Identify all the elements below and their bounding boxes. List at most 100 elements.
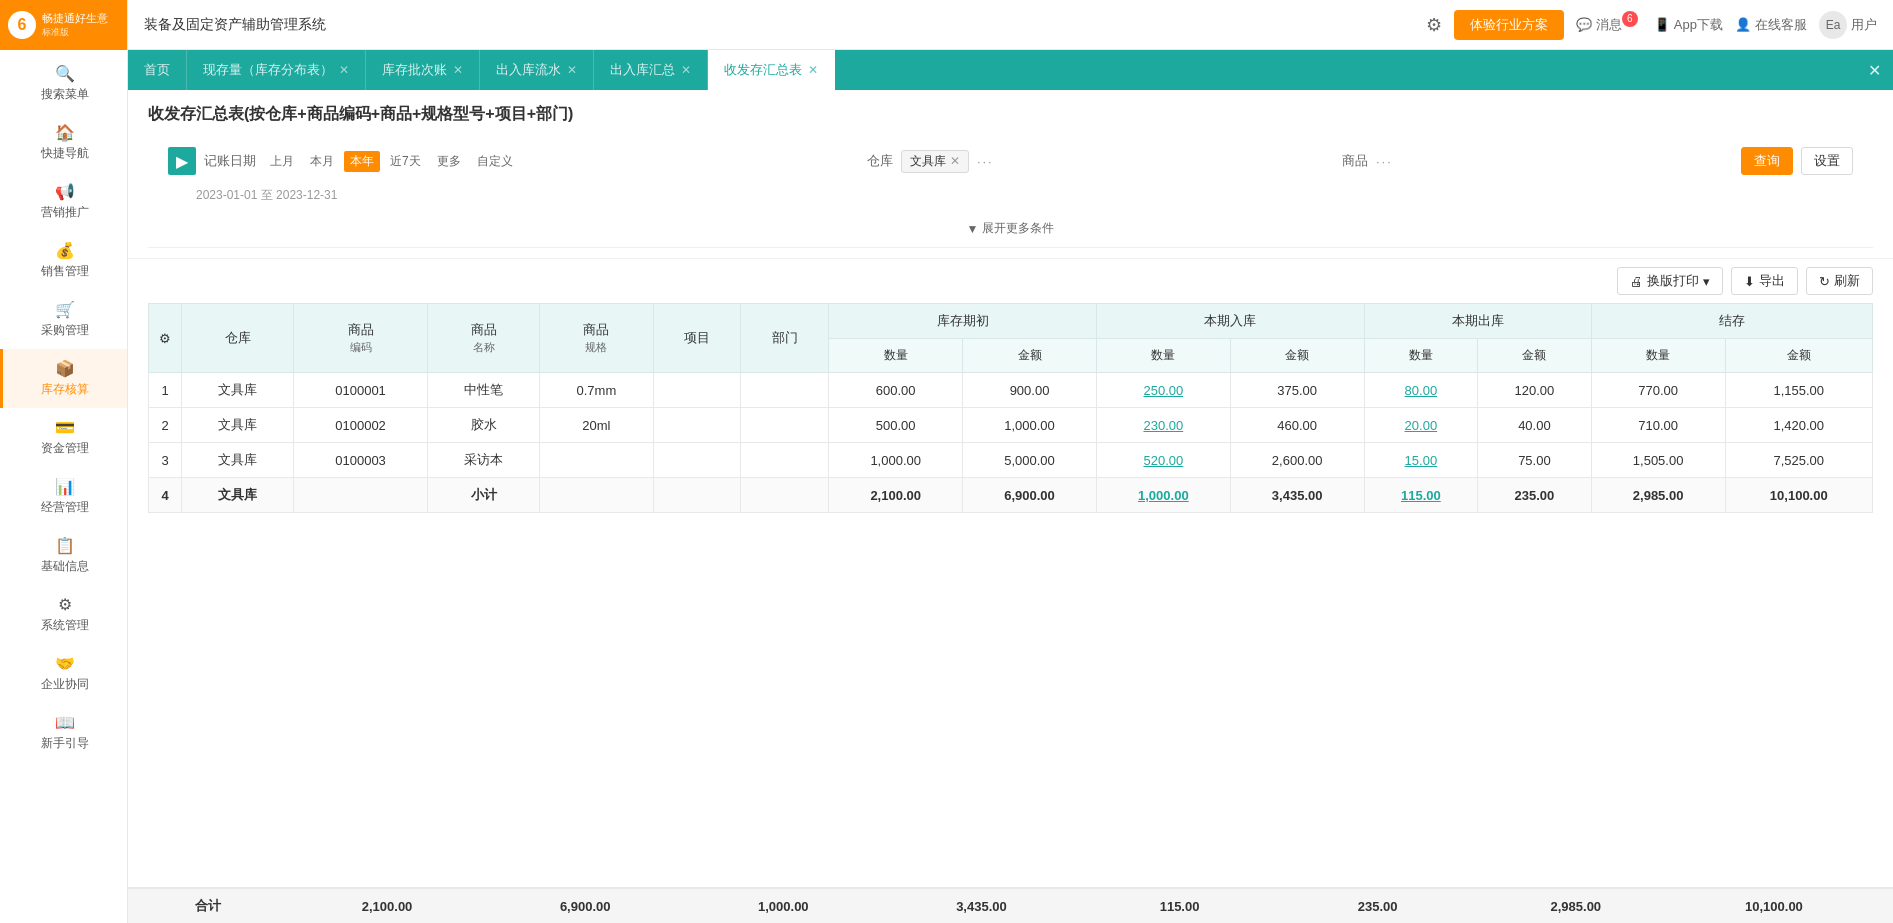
filter-toggle-button[interactable]: ▶ bbox=[168, 147, 196, 175]
table-body: 1 文具库 0100001 中性笔 0.7mm 600.00 900.00 25… bbox=[149, 373, 1873, 513]
settings-button[interactable]: 设置 bbox=[1801, 147, 1853, 175]
sidebar-icon-search: 🔍 bbox=[55, 64, 75, 83]
warehouse-more-dots[interactable]: ··· bbox=[977, 154, 994, 169]
opening-col-header: 库存期初 bbox=[829, 304, 1097, 339]
row-open-qty: 600.00 bbox=[829, 373, 963, 408]
sidebar-label-operations: 经营管理 bbox=[41, 499, 89, 516]
tab-close-recv-send-summary[interactable]: ✕ bbox=[808, 63, 818, 77]
row-out-qty: 115.00 bbox=[1364, 478, 1478, 513]
sidebar-item-marketing[interactable]: 📢营销推广 bbox=[0, 172, 127, 231]
out-col-header: 本期出库 bbox=[1364, 304, 1591, 339]
sidebar-item-sales[interactable]: 💰销售管理 bbox=[0, 231, 127, 290]
in-amt-header: 金额 bbox=[1230, 339, 1364, 373]
out-qty-link[interactable]: 80.00 bbox=[1405, 383, 1438, 398]
refresh-icon: ↻ bbox=[1819, 274, 1830, 289]
in-qty-link[interactable]: 1,000.00 bbox=[1138, 488, 1189, 503]
tab-batch-account[interactable]: 库存批次账✕ bbox=[366, 50, 480, 90]
tab-inout-flow[interactable]: 出入库流水✕ bbox=[480, 50, 594, 90]
page-header: 收发存汇总表(按仓库+商品编码+商品+规格型号+项目+部门) ▶ 记账日期 上月… bbox=[128, 90, 1893, 259]
date-btn-last-month[interactable]: 上月 bbox=[264, 151, 300, 172]
expand-filter-button[interactable]: ▼ 展开更多条件 bbox=[967, 220, 1055, 237]
row-bal-qty: 770.00 bbox=[1591, 373, 1725, 408]
tab-recv-send-summary[interactable]: 收发存汇总表✕ bbox=[708, 50, 835, 90]
tab-close-inventory-dist[interactable]: ✕ bbox=[339, 63, 349, 77]
export-button[interactable]: ⬇ 导出 bbox=[1731, 267, 1798, 295]
footer-in-amt: 3,435.00 bbox=[882, 899, 1080, 914]
close-all-tabs-button[interactable]: ✕ bbox=[1856, 61, 1893, 80]
sidebar-label-purchase: 采购管理 bbox=[41, 322, 89, 339]
user-item[interactable]: Ea 用户 bbox=[1819, 11, 1877, 39]
table-toolbar: 🖨 换版打印 ▾ ⬇ 导出 ↻ 刷新 bbox=[128, 259, 1893, 303]
online-service-label: 在线客服 bbox=[1755, 16, 1807, 34]
avatar: Ea bbox=[1819, 11, 1847, 39]
row-in-qty: 520.00 bbox=[1096, 443, 1230, 478]
row-bal-qty: 1,505.00 bbox=[1591, 443, 1725, 478]
table-container: ⚙ 仓库 商品编码 商品名称 商品规格 项目 部门 库存期初 本期入库 本期出库… bbox=[128, 303, 1893, 887]
sidebar-item-inventory[interactable]: 📦库存核算 bbox=[0, 349, 127, 408]
row-goods-spec: 0.7mm bbox=[540, 373, 654, 408]
row-out-qty: 20.00 bbox=[1364, 408, 1478, 443]
sidebar-item-operations[interactable]: 📊经营管理 bbox=[0, 467, 127, 526]
settings-col-header[interactable]: ⚙ bbox=[149, 304, 182, 373]
user-label: 用户 bbox=[1851, 16, 1877, 34]
out-qty-header: 数量 bbox=[1364, 339, 1478, 373]
tabbar: 首页现存量（库存分布表）✕库存批次账✕出入库流水✕出入库汇总✕收发存汇总表✕✕ bbox=[128, 50, 1893, 90]
refresh-label: 刷新 bbox=[1834, 272, 1860, 290]
date-buttons: 上月 本月 本年 近7天 更多 自定义 bbox=[264, 151, 519, 172]
query-button[interactable]: 查询 bbox=[1741, 147, 1793, 175]
trial-button[interactable]: 体验行业方案 bbox=[1454, 10, 1564, 40]
tab-label-home: 首页 bbox=[144, 61, 170, 79]
in-qty-link[interactable]: 250.00 bbox=[1143, 383, 1183, 398]
tab-close-batch-account[interactable]: ✕ bbox=[453, 63, 463, 77]
date-btn-7days[interactable]: 近7天 bbox=[384, 151, 427, 172]
row-bal-amt: 7,525.00 bbox=[1725, 443, 1872, 478]
tab-close-inout-summary[interactable]: ✕ bbox=[681, 63, 691, 77]
message-item[interactable]: 💬 消息 6 bbox=[1576, 16, 1642, 34]
logo-icon: 6 bbox=[8, 11, 36, 39]
content-area: 收发存汇总表(按仓库+商品编码+商品+规格型号+项目+部门) ▶ 记账日期 上月… bbox=[128, 90, 1893, 923]
sidebar-item-enterprise[interactable]: 🤝企业协同 bbox=[0, 644, 127, 703]
tab-home[interactable]: 首页 bbox=[128, 50, 187, 90]
sidebar-label-basic-info: 基础信息 bbox=[41, 558, 89, 575]
date-btn-this-year[interactable]: 本年 bbox=[344, 151, 380, 172]
tab-inventory-dist[interactable]: 现存量（库存分布表）✕ bbox=[187, 50, 366, 90]
sidebar-icon-quick-nav: 🏠 bbox=[55, 123, 75, 142]
warehouse-tag-value: 文具库 bbox=[910, 153, 946, 170]
table-header-row-1: ⚙ 仓库 商品编码 商品名称 商品规格 项目 部门 库存期初 本期入库 本期出库… bbox=[149, 304, 1873, 339]
out-qty-link[interactable]: 15.00 bbox=[1405, 453, 1438, 468]
sidebar-item-search[interactable]: 🔍搜索菜单 bbox=[0, 54, 127, 113]
out-qty-link[interactable]: 20.00 bbox=[1405, 418, 1438, 433]
footer-out-amt: 235.00 bbox=[1279, 899, 1477, 914]
out-qty-link[interactable]: 115.00 bbox=[1401, 488, 1441, 503]
sidebar-label-inventory: 库存核算 bbox=[41, 381, 89, 398]
page-title: 收发存汇总表(按仓库+商品编码+商品+规格型号+项目+部门) bbox=[148, 104, 1873, 125]
row-warehouse: 文具库 bbox=[182, 478, 294, 513]
row-bal-amt: 10,100.00 bbox=[1725, 478, 1872, 513]
date-btn-this-month[interactable]: 本月 bbox=[304, 151, 340, 172]
tab-inout-summary[interactable]: 出入库汇总✕ bbox=[594, 50, 708, 90]
warehouse-tag-close[interactable]: ✕ bbox=[950, 154, 960, 168]
refresh-button[interactable]: ↻ 刷新 bbox=[1806, 267, 1873, 295]
sidebar-label-sales: 销售管理 bbox=[41, 263, 89, 280]
goods-more-dots[interactable]: ··· bbox=[1376, 154, 1393, 169]
tab-close-inout-flow[interactable]: ✕ bbox=[567, 63, 577, 77]
in-qty-link[interactable]: 520.00 bbox=[1143, 453, 1183, 468]
row-bal-amt: 1,155.00 bbox=[1725, 373, 1872, 408]
app-download-item[interactable]: 📱 App下载 bbox=[1654, 16, 1723, 34]
row-goods-spec bbox=[540, 443, 654, 478]
sidebar-item-finance[interactable]: 💳资金管理 bbox=[0, 408, 127, 467]
print-button[interactable]: 🖨 换版打印 ▾ bbox=[1617, 267, 1723, 295]
sidebar-icon-purchase: 🛒 bbox=[55, 300, 75, 319]
row-num: 3 bbox=[149, 443, 182, 478]
warehouse-col-header: 仓库 bbox=[182, 304, 294, 373]
settings-icon[interactable]: ⚙ bbox=[1426, 14, 1442, 36]
sidebar-item-purchase[interactable]: 🛒 采购管理 bbox=[0, 290, 127, 349]
date-btn-custom[interactable]: 自定义 bbox=[471, 151, 519, 172]
sidebar-item-guide[interactable]: 📖新手引导 bbox=[0, 703, 127, 762]
in-qty-link[interactable]: 230.00 bbox=[1143, 418, 1183, 433]
sidebar-item-basic-info[interactable]: 📋基础信息 bbox=[0, 526, 127, 585]
date-btn-more[interactable]: 更多 bbox=[431, 151, 467, 172]
sidebar-item-system[interactable]: ⚙系统管理 bbox=[0, 585, 127, 644]
sidebar-item-quick-nav[interactable]: 🏠快捷导航 bbox=[0, 113, 127, 172]
online-service-item[interactable]: 👤 在线客服 bbox=[1735, 16, 1807, 34]
